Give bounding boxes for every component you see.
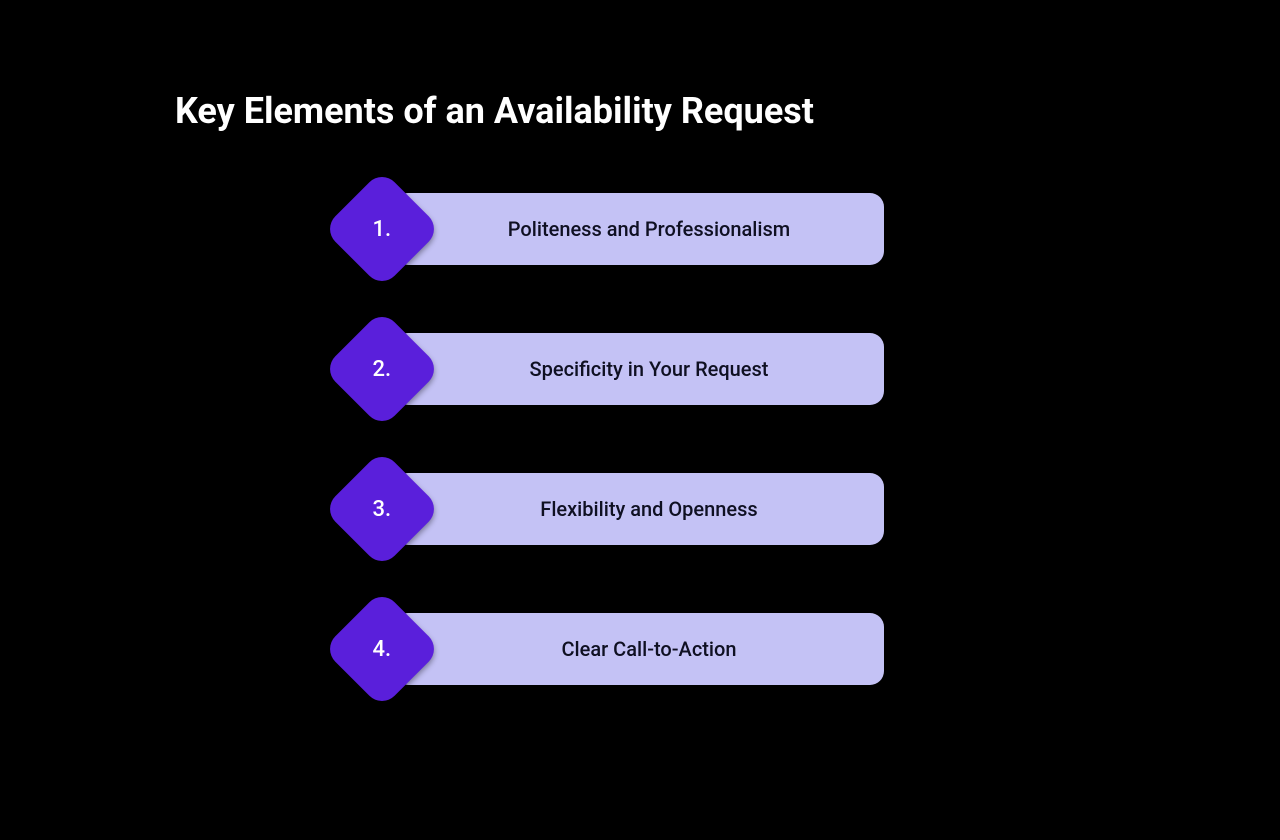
- item-number: 1.: [373, 217, 392, 242]
- list-item: 2. Specificity in Your Request: [340, 327, 1280, 411]
- item-label: Clear Call-to-Action: [541, 637, 736, 661]
- item-label: Specificity in Your Request: [510, 357, 769, 381]
- diagram-container: Key Elements of an Availability Request …: [0, 0, 1280, 691]
- number-badge: 2.: [323, 310, 442, 429]
- list-item: 4. Clear Call-to-Action: [340, 607, 1280, 691]
- number-badge: 4.: [323, 590, 442, 709]
- item-number: 2.: [373, 357, 392, 382]
- number-badge: 1.: [323, 170, 442, 289]
- number-badge: 3.: [323, 450, 442, 569]
- item-label: Politeness and Professionalism: [488, 217, 790, 241]
- item-bar: Politeness and Professionalism: [394, 193, 884, 265]
- item-number: 4.: [373, 637, 392, 662]
- item-number: 3.: [373, 497, 392, 522]
- list-item: 3. Flexibility and Openness: [340, 467, 1280, 551]
- elements-list: 1. Politeness and Professionalism 2. Spe…: [340, 187, 1280, 691]
- item-bar: Flexibility and Openness: [394, 473, 884, 545]
- list-item: 1. Politeness and Professionalism: [340, 187, 1280, 271]
- item-bar: Clear Call-to-Action: [394, 613, 884, 685]
- page-title: Key Elements of an Availability Request: [175, 90, 1280, 132]
- item-label: Flexibility and Openness: [520, 497, 757, 521]
- item-bar: Specificity in Your Request: [394, 333, 884, 405]
